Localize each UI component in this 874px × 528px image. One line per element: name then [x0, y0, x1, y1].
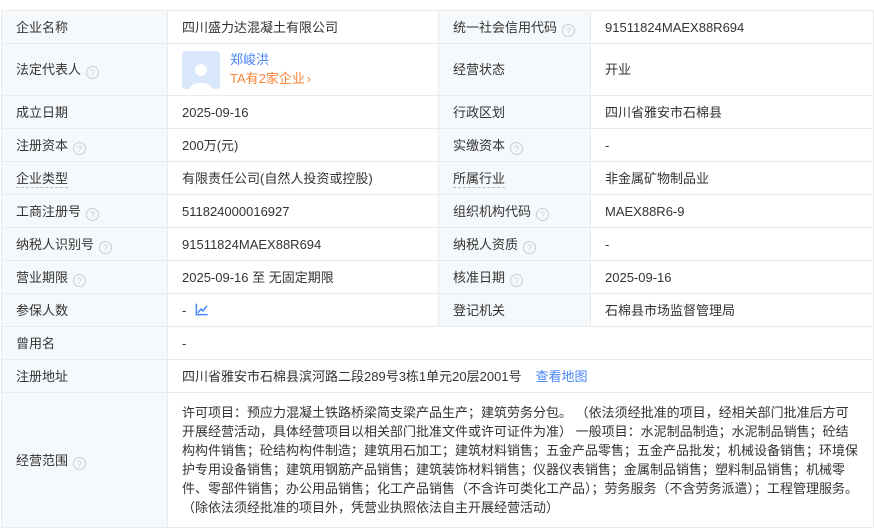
field-value-company-type: 有限责任公司(自然人投资或控股) — [167, 161, 439, 195]
table-row: 纳税人识别号? 91511824MAEX88R694 纳税人资质? - — [1, 227, 874, 261]
field-value-reg-number: 511824000016927 — [167, 194, 439, 228]
field-value-taxpayer-id: 91511824MAEX88R694 — [167, 227, 439, 261]
table-row: 工商注册号? 511824000016927 组织机构代码? MAEX88R6-… — [1, 194, 874, 228]
table-row: 注册地址 四川省雅安市石棉县滨河路二段289号3栋1单元20层2001号 查看地图 — [1, 359, 874, 393]
field-label-org-code: 组织机构代码? — [438, 194, 591, 228]
table-row: 经营范围? 许可项目：预应力混凝土铁路桥梁简支梁产品生产；建筑劳务分包。 （依法… — [1, 392, 874, 528]
field-label-established: 成立日期 — [1, 95, 168, 129]
field-value-org-code: MAEX88R6-9 — [590, 194, 874, 228]
field-label-paid-capital: 实缴资本? — [438, 128, 591, 162]
field-value-division: 四川省雅安市石棉县 — [590, 95, 874, 129]
field-label-taxpayer-qualification: 纳税人资质? — [438, 227, 591, 261]
table-row: 参保人数 - 登记机关 石棉县市场监督管理局 — [1, 293, 874, 327]
legal-rep-related-link[interactable]: TA有2家企业 › — [230, 69, 311, 89]
help-icon[interactable]: ? — [73, 273, 87, 287]
table-row: 注册资本? 200万(元) 实缴资本? - — [1, 128, 874, 162]
help-icon[interactable]: ? — [86, 66, 100, 79]
help-icon[interactable]: ? — [510, 273, 524, 287]
help-icon[interactable]: ? — [86, 207, 100, 221]
field-label-registry-authority: 登记机关 — [438, 293, 591, 327]
field-value-approval-date: 2025-09-16 — [590, 260, 874, 294]
help-icon[interactable]: ? — [99, 240, 113, 254]
field-label-former-name: 曾用名 — [1, 326, 168, 360]
field-label-status: 经营状态 — [438, 43, 591, 96]
field-value-legal-rep: 郑峻洪 TA有2家企业 › — [167, 43, 439, 96]
field-value-industry: 非金属矿物制品业 — [590, 161, 874, 195]
field-value-status: 开业 — [590, 43, 874, 96]
field-value-company-name: 四川盛力达混凝土有限公司 — [167, 10, 439, 44]
field-label-business-scope: 经营范围? — [1, 392, 168, 528]
field-label-credit-code: 统一社会信用代码? — [438, 10, 591, 44]
help-icon[interactable]: ? — [73, 456, 87, 470]
field-value-paid-capital: - — [590, 128, 874, 162]
field-label-taxpayer-id: 纳税人识别号? — [1, 227, 168, 261]
field-value-taxpayer-qualification: - — [590, 227, 874, 261]
line-chart-icon[interactable] — [194, 303, 209, 317]
table-row: 成立日期 2025-09-16 行政区划 四川省雅安市石棉县 — [1, 95, 874, 129]
table-row: 营业期限? 2025-09-16 至 无固定期限 核准日期? 2025-09-1… — [1, 260, 874, 294]
field-label-reg-address: 注册地址 — [1, 359, 168, 393]
legal-rep-avatar[interactable] — [182, 50, 220, 89]
help-icon[interactable]: ? — [73, 141, 87, 155]
legal-rep-name-link[interactable]: 郑峻洪 — [230, 50, 311, 69]
field-value-business-term: 2025-09-16 至 无固定期限 — [167, 260, 439, 294]
chevron-right-icon: › — [306, 72, 311, 86]
field-value-former-name: - — [167, 326, 874, 360]
help-icon[interactable]: ? — [536, 207, 550, 221]
field-label-company-name: 企业名称 — [1, 10, 168, 44]
field-label-legal-rep: 法定代表人? — [1, 43, 168, 96]
field-label-reg-capital: 注册资本? — [1, 128, 168, 162]
field-value-reg-capital: 200万(元) — [167, 128, 439, 162]
field-label-insured-count: 参保人数 — [1, 293, 168, 327]
person-silhouette-icon — [189, 63, 213, 89]
field-label-approval-date: 核准日期? — [438, 260, 591, 294]
table-row: 法定代表人? 郑峻洪 TA有2家企业 › 经营状态 开业 — [1, 43, 874, 96]
field-value-reg-address: 四川省雅安市石棉县滨河路二段289号3栋1单元20层2001号 查看地图 — [167, 359, 874, 393]
field-label-company-type: 企业类型 — [1, 161, 168, 195]
table-row: 企业类型 有限责任公司(自然人投资或控股) 所属行业 非金属矿物制品业 — [1, 161, 874, 195]
field-label-industry: 所属行业 — [438, 161, 591, 195]
field-value-insured-count: - — [167, 293, 439, 327]
field-label-division: 行政区划 — [438, 95, 591, 129]
help-icon[interactable]: ? — [523, 240, 537, 254]
help-icon[interactable]: ? — [510, 141, 524, 155]
field-value-business-scope: 许可项目：预应力混凝土铁路桥梁简支梁产品生产；建筑劳务分包。 （依法须经批准的项… — [167, 392, 874, 528]
table-row: 曾用名 - — [1, 326, 874, 360]
view-map-link[interactable]: 查看地图 — [536, 369, 588, 384]
field-label-business-term: 营业期限? — [1, 260, 168, 294]
table-row: 企业名称 四川盛力达混凝土有限公司 统一社会信用代码? 91511824MAEX… — [1, 10, 874, 44]
field-label-reg-number: 工商注册号? — [1, 194, 168, 228]
help-icon[interactable]: ? — [562, 23, 576, 37]
business-info-table: 企业名称 四川盛力达混凝土有限公司 统一社会信用代码? 91511824MAEX… — [1, 10, 874, 528]
field-value-registry-authority: 石棉县市场监督管理局 — [590, 293, 874, 327]
field-value-established: 2025-09-16 — [167, 95, 439, 129]
field-value-credit-code: 91511824MAEX88R694 — [590, 10, 874, 44]
